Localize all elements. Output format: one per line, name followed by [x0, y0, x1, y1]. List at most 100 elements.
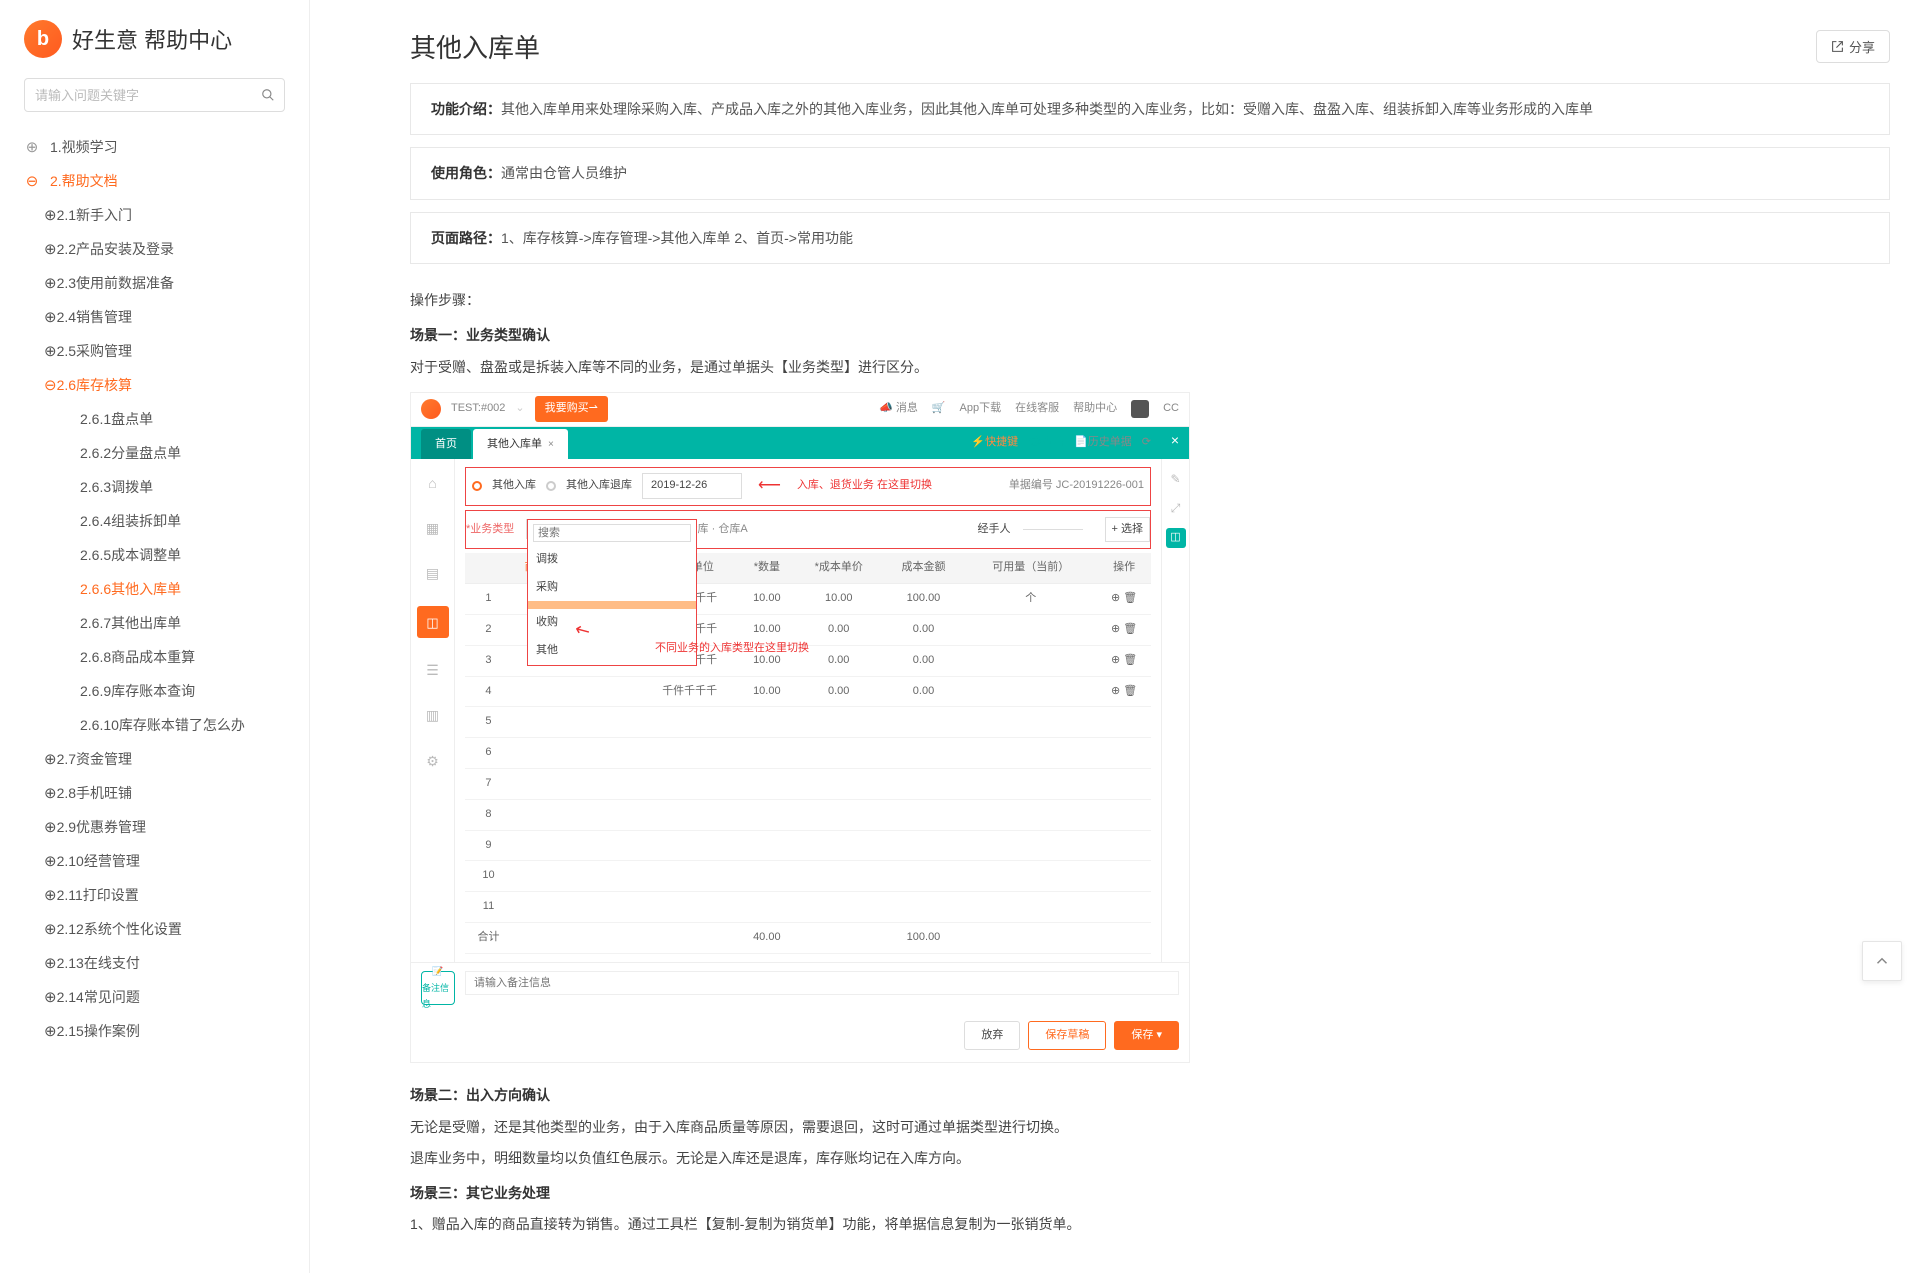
- fig-leftnav: ⌂ ▦ ▤ ◫ ☰ ▥ ⚙: [411, 459, 455, 962]
- nav-l2-12[interactable]: 2.12系统个性化设置: [24, 912, 285, 946]
- search-input[interactable]: [24, 78, 285, 112]
- save-draft-button: 保存草稿: [1028, 1021, 1106, 1051]
- radio-on-icon: [472, 481, 482, 491]
- collapse-icon: [24, 173, 40, 189]
- chart-icon: ▥: [426, 703, 439, 728]
- search-box: [24, 78, 285, 112]
- home-icon: ⌂: [428, 471, 436, 496]
- tool-icon: ⤢: [1171, 498, 1181, 520]
- expand-icon: [44, 240, 57, 258]
- nav-l1-video[interactable]: 1.视频学习: [24, 130, 285, 164]
- collapse-icon: [44, 376, 57, 394]
- expand-icon: [44, 954, 57, 972]
- nav-l2-10[interactable]: 2.10经营管理: [24, 844, 285, 878]
- nav-l2-3[interactable]: 2.3使用前数据准备: [24, 266, 285, 300]
- scenario-1-text: 对于受赠、盘盈或是拆装入库等不同的业务，是通过单据头【业务类型】进行区分。: [410, 355, 1890, 380]
- scenario-3-title: 场景三：其它业务处理: [410, 1181, 1890, 1206]
- scenario-1-title: 场景一：业务类型确认: [410, 323, 1890, 348]
- search-icon: [261, 88, 275, 102]
- nav-l2-7[interactable]: 2.7资金管理: [24, 742, 285, 776]
- nav-l3-8[interactable]: 2.6.8商品成本重算: [24, 640, 285, 674]
- scenario-2-p1: 无论是受赠，还是其他类型的业务，由于入库商品质量等原因，需要退回，这时可通过单据…: [410, 1115, 1890, 1140]
- nav-tree: 1.视频学习 2.帮助文档 2.1新手入门 2.2产品安装及登录 2.3使用前数…: [24, 130, 285, 1048]
- nav-l2-5[interactable]: 2.5采购管理: [24, 334, 285, 368]
- wallet-icon: ☰: [426, 658, 439, 683]
- annotation-1: 入库、退货业务 在这里切换: [797, 476, 932, 496]
- app-download: App下载: [960, 399, 1002, 419]
- gear-icon: ⚙: [426, 749, 439, 774]
- nav-l3-3[interactable]: 2.6.3调拨单: [24, 470, 285, 504]
- nav-l3-4[interactable]: 2.6.4组装拆卸单: [24, 504, 285, 538]
- intro-box: 功能介绍：其他入库单用来处理除采购入库、产成品入库之外的其他入库业务，因此其他入…: [410, 83, 1890, 135]
- page-title: 其他入库单: [410, 28, 540, 65]
- nav-l3-9[interactable]: 2.6.9库存账本查询: [24, 674, 285, 708]
- nav-l3-1[interactable]: 2.6.1盘点单: [24, 402, 285, 436]
- selected-nav-icon: ◫: [417, 606, 449, 638]
- steps-label: 操作步骤：: [410, 288, 1890, 313]
- logo-text: 好生意 帮助中心: [72, 23, 232, 55]
- help-center: 帮助中心: [1073, 399, 1117, 419]
- nav-l2-6[interactable]: 2.6库存核算: [24, 368, 285, 402]
- expand-icon: [44, 818, 57, 836]
- close-all-icon: ×: [1161, 428, 1189, 459]
- buy-button: 我要购买⇀: [535, 396, 608, 422]
- expand-icon: [44, 852, 57, 870]
- nav-l3-2[interactable]: 2.6.2分量盘点单: [24, 436, 285, 470]
- nav-l3-6[interactable]: 2.6.6其他入库单: [24, 572, 285, 606]
- arrow-icon: ⟵: [758, 472, 781, 501]
- nav-l2-8[interactable]: 2.8手机旺铺: [24, 776, 285, 810]
- doc-icon: ▤: [426, 561, 439, 586]
- radio-off-icon: [546, 481, 556, 491]
- expand-icon: [44, 308, 57, 326]
- env-label: TEST:#002: [451, 399, 505, 419]
- nav-l2-13[interactable]: 2.13在线支付: [24, 946, 285, 980]
- remark-input: [465, 971, 1179, 995]
- nav-l1-docs[interactable]: 2.帮助文档: [24, 164, 285, 198]
- expand-icon: [44, 988, 57, 1006]
- tab-home: 首页: [421, 429, 471, 459]
- role-box: 使用角色：通常由仓管人员维护: [410, 147, 1890, 199]
- nav-l3-5[interactable]: 2.6.5成本调整单: [24, 538, 285, 572]
- scroll-top-button[interactable]: [1862, 941, 1902, 981]
- doc-type-row: 其他入库 其他入库退库 2019-12-26 ⟵ 入库、退货业务 在这里切换 单…: [465, 467, 1151, 506]
- expand-icon: [44, 1022, 57, 1040]
- nav-l2-11[interactable]: 2.11打印设置: [24, 878, 285, 912]
- online-service: 在线客服: [1015, 399, 1059, 419]
- expand-icon: [44, 342, 57, 360]
- sidebar: b 好生意 帮助中心 1.视频学习 2.帮助文档 2.1新手入门 2.2产品安装…: [0, 0, 310, 1273]
- expand-icon: [44, 784, 57, 802]
- avatar: [1131, 400, 1149, 418]
- tool-active-icon: ◫: [1166, 528, 1186, 548]
- nav-l2-1[interactable]: 2.1新手入门: [24, 198, 285, 232]
- expand-icon: [44, 920, 57, 938]
- nav-l3-10[interactable]: 2.6.10库存账本错了怎么办: [24, 708, 285, 742]
- cancel-button: 放弃: [964, 1021, 1020, 1051]
- remark-icon: 📝备注信息: [421, 971, 455, 1005]
- scenario-3-p1: 1、赠品入库的商品直接转为销售。通过工具栏【复制-复制为销货单】功能，将单据信息…: [410, 1212, 1890, 1237]
- logo-icon: b: [24, 20, 62, 58]
- article-body: 操作步骤： 场景一：业务类型确认 对于受赠、盘盈或是拆装入库等不同的业务，是通过…: [310, 264, 1920, 1273]
- nav-l2-2[interactable]: 2.2产品安装及登录: [24, 232, 285, 266]
- chevron-up-icon: [1873, 952, 1891, 970]
- nav-l2-4[interactable]: 2.4销售管理: [24, 300, 285, 334]
- date-field: 2019-12-26: [642, 473, 742, 499]
- nav-l3-7[interactable]: 2.6.7其他出库单: [24, 606, 285, 640]
- user-name: CC: [1163, 399, 1179, 419]
- scenario-2-title: 场景二：出入方向确认: [410, 1083, 1890, 1108]
- save-button: 保存 ▾: [1114, 1021, 1179, 1051]
- nav-l2-9[interactable]: 2.9优惠券管理: [24, 810, 285, 844]
- nav-l2-14[interactable]: 2.14常见问题: [24, 980, 285, 1014]
- fig-right-tools: ✎ ⤢ ◫: [1161, 459, 1189, 962]
- share-button[interactable]: 分享: [1816, 30, 1890, 63]
- app-logo-icon: [421, 399, 441, 419]
- expand-icon: [44, 206, 57, 224]
- search-button[interactable]: [251, 78, 285, 112]
- path-box: 页面路径：1、库存核算->库存管理->其他入库单 2、首页->常用功能: [410, 212, 1890, 264]
- expand-icon: [24, 139, 40, 155]
- screenshot-figure: TEST:#002 ⌄ 我要购买⇀ 📣 消息 🛒 App下载 在线客服 帮助中心…: [410, 392, 1190, 1064]
- dropdown-search: [533, 524, 691, 542]
- tab-other-in: 其他入库单×: [473, 429, 568, 459]
- nav-l2-15[interactable]: 2.15操作案例: [24, 1014, 285, 1048]
- cart-icon: 🛒: [932, 399, 946, 419]
- cube-icon: ▦: [426, 516, 439, 541]
